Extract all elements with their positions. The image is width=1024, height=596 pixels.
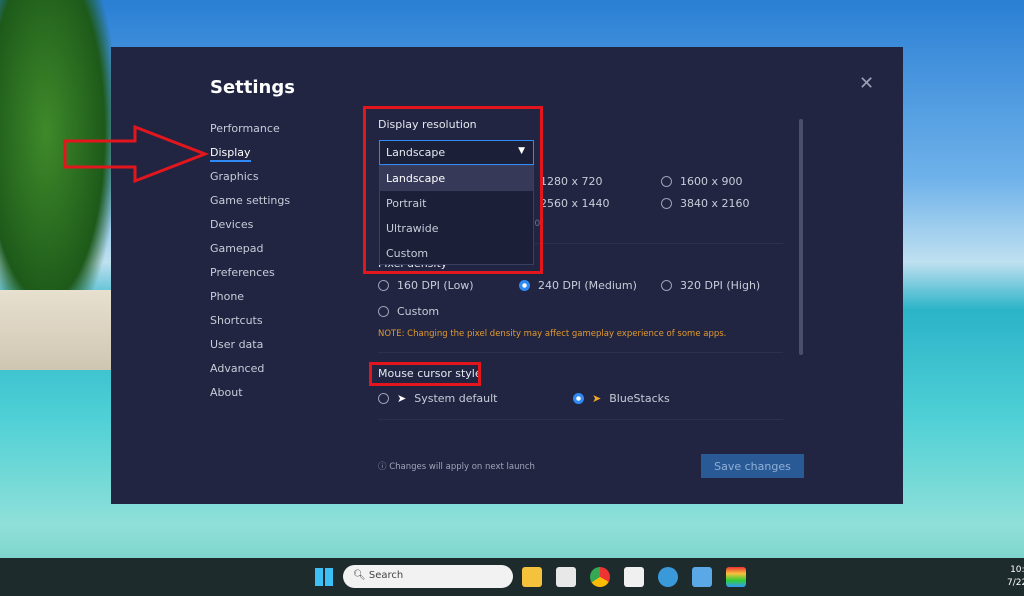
cursor-label: System default [414, 392, 498, 405]
nav-performance[interactable]: Performance [210, 121, 290, 145]
res-label: 1280 x 720 [540, 175, 603, 188]
dpi-label: 240 DPI (Medium) [538, 279, 637, 292]
dpi-240[interactable]: 240 DPI (Medium) [519, 279, 637, 292]
nav-devices[interactable]: Devices [210, 217, 290, 241]
settings-nav: Performance Display Graphics Game settin… [210, 121, 290, 409]
search-icon: 🔍︎ [353, 570, 369, 581]
nav-graphics[interactable]: Graphics [210, 169, 290, 193]
nav-shortcuts[interactable]: Shortcuts [210, 313, 290, 337]
search-placeholder: Search [368, 570, 404, 581]
footer-note-text: Changes will apply on next launch [389, 462, 535, 472]
store-icon[interactable] [556, 567, 576, 587]
annotation-arrow-icon [63, 124, 210, 184]
nav-phone[interactable]: Phone [210, 289, 290, 313]
res-label: 3840 x 2160 [680, 197, 750, 210]
time: 10:46 [1010, 565, 1024, 575]
paint-icon[interactable] [658, 567, 678, 587]
clock[interactable]: 10:46 7/22/2 [996, 564, 1024, 590]
chrome-icon[interactable] [590, 567, 610, 587]
radio-icon [661, 176, 672, 187]
radio-icon [378, 393, 389, 404]
scrollbar[interactable] [799, 119, 803, 355]
settings-dialog: Settings ✕ Performance Display Graphics … [111, 47, 903, 504]
page-title: Settings [210, 77, 295, 98]
info-icon: ⓘ [378, 462, 390, 472]
annotation-box-resolution [363, 106, 543, 274]
nav-about[interactable]: About [210, 385, 290, 409]
bluestacks-cursor-icon: ➤ [592, 392, 602, 405]
res-1600[interactable]: 1600 x 900 [661, 175, 743, 188]
dpi-label: 320 DPI (High) [680, 279, 761, 292]
white-cursor-icon: ➤ [397, 392, 407, 405]
divider [378, 352, 783, 353]
nav-display-label: Display [210, 146, 251, 162]
nav-gamepad[interactable]: Gamepad [210, 241, 290, 265]
res-3840[interactable]: 3840 x 2160 [661, 197, 750, 210]
date: 7/22/2 [1007, 578, 1024, 588]
dpi-160[interactable]: 160 DPI (Low) [378, 279, 474, 292]
footer-note: ⓘ Changes will apply on next launch [378, 460, 535, 472]
pixel-density-note: NOTE: Changing the pixel density may aff… [378, 329, 727, 339]
bluestacks-icon[interactable] [726, 567, 746, 587]
dpi-320[interactable]: 320 DPI (High) [661, 279, 760, 292]
res-label: 2560 x 1440 [540, 197, 610, 210]
dpi-label: Custom [397, 305, 440, 318]
radio-icon [378, 280, 389, 291]
taskbar: 🔍︎ Search 10:46 7/22/2 [0, 558, 1024, 596]
dpi-custom[interactable]: Custom [378, 305, 439, 318]
dpi-label: 160 DPI (Low) [397, 279, 474, 292]
nav-game-settings[interactable]: Game settings [210, 193, 290, 217]
snipping-tool-icon[interactable] [624, 567, 644, 587]
notepad-icon[interactable] [692, 567, 712, 587]
windows-start-icon[interactable] [315, 568, 333, 586]
close-icon[interactable]: ✕ [859, 73, 874, 94]
nav-advanced[interactable]: Advanced [210, 361, 290, 385]
taskbar-search[interactable]: 🔍︎ Search [343, 565, 513, 588]
nav-display[interactable]: Display [210, 145, 290, 169]
nav-user-data[interactable]: User data [210, 337, 290, 361]
save-changes-button[interactable]: Save changes [701, 454, 804, 478]
cursor-label: BlueStacks [609, 392, 670, 405]
cursor-bluestacks[interactable]: ➤ BlueStacks [573, 392, 670, 405]
res-label: 1600 x 900 [680, 175, 743, 188]
annotation-box-cursor [369, 362, 481, 386]
cursor-system-default[interactable]: ➤ System default [378, 392, 497, 405]
radio-icon [378, 306, 389, 317]
radio-icon [661, 280, 672, 291]
file-explorer-icon[interactable] [522, 567, 542, 587]
divider [378, 419, 783, 420]
beach-wallpaper [0, 290, 115, 370]
nav-preferences[interactable]: Preferences [210, 265, 290, 289]
radio-selected-icon [519, 280, 530, 291]
radio-selected-icon [573, 393, 584, 404]
radio-icon [661, 198, 672, 209]
